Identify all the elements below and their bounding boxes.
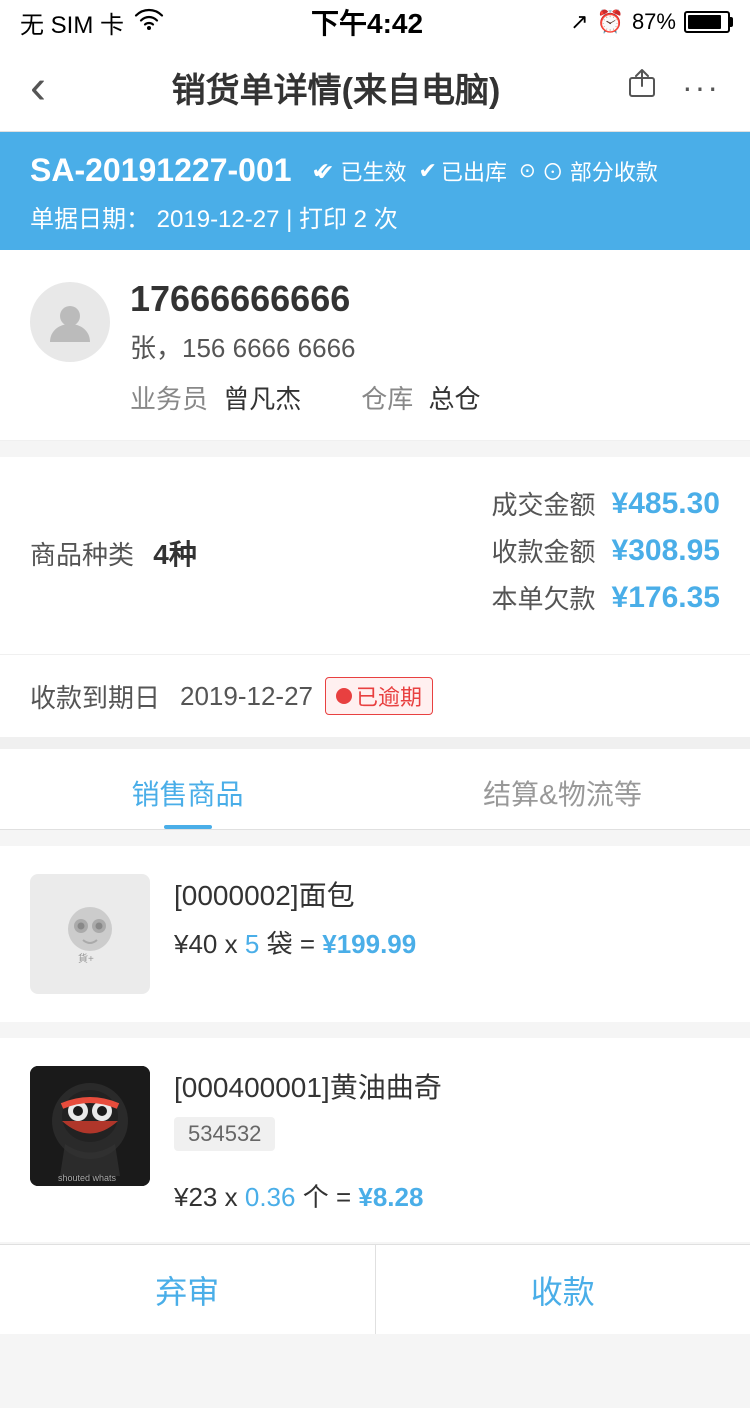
page-title: 销货单详情(来自电脑) bbox=[172, 63, 501, 112]
product-name-1: [0000002]面包 bbox=[174, 874, 720, 914]
location-icon: ↗ bbox=[570, 9, 588, 35]
status-time: 下午4:42 bbox=[311, 2, 423, 42]
status-bar: 无 SIM 卡 下午4:42 ↗ ⏰ 87% bbox=[0, 0, 750, 44]
bottom-bar: 弃审 收款 bbox=[0, 1244, 750, 1334]
thumb-placeholder-1: 貨+ bbox=[30, 874, 150, 994]
overdue-badge: 已逾期 bbox=[325, 677, 433, 715]
share-icon[interactable] bbox=[626, 68, 658, 107]
product-sku-2: 534532 bbox=[174, 1117, 275, 1151]
product-unit-2: 个 bbox=[303, 1182, 329, 1212]
owed-value: ¥176.35 bbox=[612, 581, 720, 615]
received-label: 收款金额 bbox=[492, 532, 596, 569]
nav-actions: ··· bbox=[626, 68, 720, 107]
status-tags: ✔ ✔ 已生效 ✔ 已出库 ⊙ ⊙ 部分收款 bbox=[312, 155, 658, 187]
product-type-row: 商品种类 4种 bbox=[30, 533, 197, 573]
overdue-dot-icon bbox=[336, 688, 352, 704]
warehouse: 仓库 总仓 bbox=[361, 379, 480, 416]
owed-label: 本单欠款 bbox=[492, 579, 596, 616]
product-item-1: 貨+ [0000002]面包 ¥40 x 5 袋 = ¥199.99 bbox=[0, 846, 750, 1022]
nav-bar: ‹ 销货单详情(来自电脑) ··· bbox=[0, 44, 750, 132]
received-amount-row: 收款金额 ¥308.95 bbox=[492, 532, 720, 569]
customer-avatar bbox=[30, 282, 110, 362]
alarm-icon: ⏰ bbox=[597, 9, 624, 35]
received-value: ¥308.95 bbox=[612, 534, 720, 568]
wifi-icon bbox=[134, 8, 164, 37]
product-detail-2: [000400001]黄油曲奇 534532 ¥23 x 0.36 个 = ¥8… bbox=[174, 1066, 720, 1214]
stats-section: 商品种类 4种 成交金额 ¥485.30 收款金额 ¥308.95 本单欠款 ¥… bbox=[0, 457, 750, 655]
print-info: | 打印 2 次 bbox=[286, 206, 398, 233]
battery-icon bbox=[684, 11, 730, 33]
customer-meta: 业务员 曾凡杰 仓库 总仓 bbox=[130, 379, 720, 416]
status-effective: ✔ ✔ 已生效 bbox=[312, 155, 407, 187]
product-name-2: [000400001]黄油曲奇 bbox=[174, 1066, 720, 1106]
price-base-2: ¥23 bbox=[174, 1182, 217, 1212]
product-qty-2: 0.36 bbox=[245, 1182, 296, 1212]
tabs-bar: 销售商品 结算&物流等 bbox=[0, 749, 750, 830]
tab-settlement[interactable]: 结算&物流等 bbox=[375, 749, 750, 829]
product-detail-1: [0000002]面包 ¥40 x 5 袋 = ¥199.99 bbox=[174, 874, 720, 961]
product-price-2: ¥23 x 0.36 个 = ¥8.28 bbox=[174, 1177, 720, 1214]
owed-amount-row: 本单欠款 ¥176.35 bbox=[492, 579, 720, 616]
customer-info: 17666666666 张，156 6666 6666 业务员 曾凡杰 仓库 总… bbox=[130, 278, 720, 416]
back-button[interactable]: ‹ bbox=[30, 60, 46, 115]
svg-text:貨+: 貨+ bbox=[78, 952, 94, 965]
sales-staff: 业务员 曾凡杰 bbox=[130, 379, 301, 416]
product-item-2: shouted whats [000400001]黄油曲奇 534532 ¥23… bbox=[0, 1038, 750, 1242]
carrier-label: 无 SIM 卡 bbox=[20, 5, 124, 40]
transaction-label: 成交金额 bbox=[492, 485, 596, 522]
type-label: 商品种类 bbox=[30, 540, 134, 570]
battery-percent: 87% bbox=[632, 9, 676, 35]
status-shipped: ✔ 已出库 bbox=[419, 155, 507, 187]
warehouse-label: 仓库 bbox=[361, 384, 413, 414]
sales-value: 曾凡杰 bbox=[223, 384, 301, 414]
status-partial-payment: ⊙ ⊙ 部分收款 bbox=[519, 155, 658, 187]
order-number: SA-20191227-001 bbox=[30, 152, 292, 189]
overdue-label: 已逾期 bbox=[356, 680, 422, 712]
clock-icon: ⊙ bbox=[519, 158, 536, 183]
reject-button[interactable]: 弃审 bbox=[0, 1245, 376, 1334]
transaction-amount-row: 成交金额 ¥485.30 bbox=[492, 485, 720, 522]
status-right: ↗ ⏰ 87% bbox=[570, 9, 730, 35]
more-icon[interactable]: ··· bbox=[682, 69, 720, 106]
stats-right: 成交金额 ¥485.30 收款金额 ¥308.95 本单欠款 ¥176.35 bbox=[492, 485, 720, 626]
customer-name-phone: 张，156 6666 6666 bbox=[130, 328, 720, 365]
transaction-value: ¥485.30 bbox=[612, 487, 720, 521]
product-qty-1: 5 bbox=[245, 929, 259, 959]
due-label: 收款到期日 bbox=[30, 678, 160, 715]
collect-button[interactable]: 收款 bbox=[376, 1245, 750, 1334]
customer-id: 17666666666 bbox=[130, 278, 720, 320]
sales-label: 业务员 bbox=[130, 384, 208, 414]
header-band: SA-20191227-001 ✔ ✔ 已生效 ✔ 已出库 ⊙ ⊙ 部分收款 单… bbox=[0, 132, 750, 250]
price-base-1: ¥40 bbox=[174, 929, 217, 959]
product-thumb-1: 貨+ bbox=[30, 874, 150, 994]
product-total-2: ¥8.28 bbox=[358, 1182, 423, 1212]
customer-section: 17666666666 张，156 6666 6666 业务员 曾凡杰 仓库 总… bbox=[0, 250, 750, 441]
warehouse-value: 总仓 bbox=[429, 384, 481, 414]
product-thumb-2: shouted whats bbox=[30, 1066, 150, 1186]
date-label: 单据日期： bbox=[30, 206, 150, 233]
product-price-1: ¥40 x 5 袋 = ¥199.99 bbox=[174, 924, 720, 961]
product-unit-1: 袋 bbox=[267, 929, 293, 959]
due-date: 2019-12-27 bbox=[180, 681, 313, 712]
order-date-line: 单据日期： 2019-12-27 | 打印 2 次 bbox=[30, 199, 720, 234]
status-left: 无 SIM 卡 bbox=[20, 5, 164, 40]
product-total-1: ¥199.99 bbox=[322, 929, 416, 959]
tab-sales-goods[interactable]: 销售商品 bbox=[0, 749, 375, 829]
stats-left: 商品种类 4种 bbox=[30, 533, 197, 579]
order-date: 2019-12-27 bbox=[157, 206, 280, 233]
type-count: 4种 bbox=[153, 539, 197, 570]
check-icon-shipped: ✔ bbox=[419, 158, 437, 184]
due-section: 收款到期日 2019-12-27 已逾期 bbox=[0, 655, 750, 749]
svg-text:shouted whats: shouted whats bbox=[58, 1173, 117, 1183]
